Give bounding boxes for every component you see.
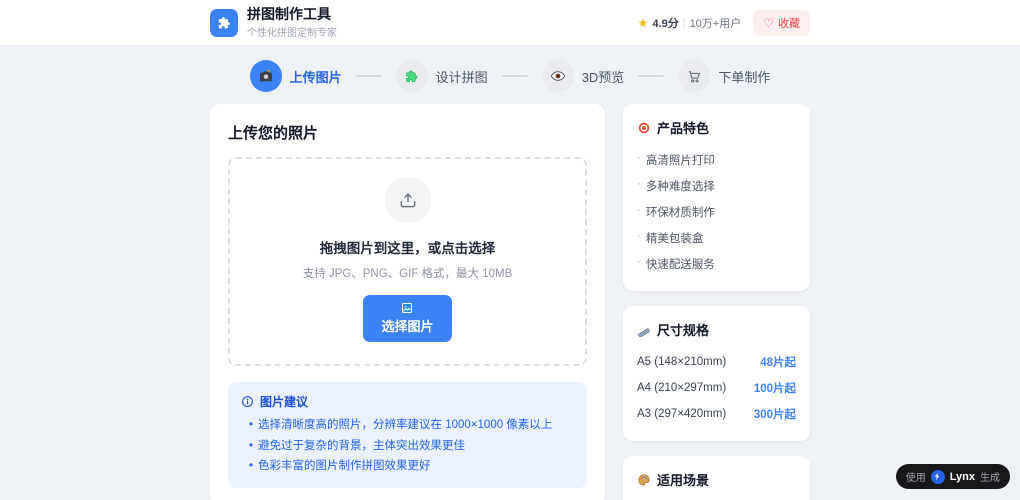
camera-icon [258,68,274,84]
rating-info: ★ 4.9分 | 10万+用户 [638,15,742,31]
step-upload-circle [249,60,282,92]
cart-icon [687,69,702,84]
feature-text: 精美包装盒 [645,233,704,245]
upload-icon-circle [384,177,431,223]
tip-text: 选择清晰度高的照片，分辨率建议在 1000×1000 像素以上 [258,419,553,431]
tip-item: • 色彩丰富的图片制作拼图效果更好 [249,456,574,477]
size-pieces: 300片起 [753,409,796,421]
size-pieces: 100片起 [753,383,796,395]
star-icon: ★ [637,15,649,30]
step-connector [355,75,382,77]
feature-item: · 多种难度选择 [637,173,796,199]
step-connector [501,75,528,77]
image-tips-panel: 图片建议 • 选择清晰度高的照片，分辨率建议在 1000×1000 像素以上 • 避… [228,382,587,489]
dropzone-hint: 支持 JPG、PNG、GIF 格式，最大 10MB [302,268,513,280]
step-design-label: 设计拼图 [435,69,488,85]
badge-brand: Lynx [949,470,975,483]
feature-text: 环保材质制作 [645,207,715,219]
feature-text: 多种难度选择 [645,181,715,193]
size-name: A5 (148×210mm) [637,356,727,368]
upload-tray-icon [398,190,418,210]
upload-card: 上传您的照片 拖拽图片到这里，或点击选择 支持 JPG、PNG、GIF 格式，最… [210,104,605,500]
rating-score: 4.9分 [652,17,679,30]
feature-bullet: · [637,204,641,216]
tip-item: • 避免过于复杂的背景，主体突出效果更佳 [249,436,574,457]
tip-bullet: • [249,460,254,473]
features-title: 产品特色 [657,121,710,136]
page-subtitle: 个性化拼图定制专家 [247,28,337,40]
puzzle-icon [216,15,232,31]
dropzone-title: 拖拽图片到这里，或点击选择 [319,241,496,256]
step-order-circle [678,60,711,92]
favorite-label: 收藏 [778,17,800,30]
choose-image-button[interactable]: 选择图片 [363,295,452,342]
upload-section-title: 上传您的照片 [228,125,319,142]
step-preview-circle [541,60,574,92]
feature-bullet: · [637,152,641,164]
size-name: A3 (297×420mm) [637,408,727,420]
palette-icon [637,473,651,487]
favorite-button[interactable]: ♡ 收藏 [753,9,810,36]
step-preview-label: 3D预览 [581,69,625,85]
feature-text: 快速配送服务 [645,259,715,271]
ruler-icon [637,323,651,337]
heart-icon: ♡ [763,15,774,30]
feature-bullet: · [637,256,641,268]
tip-item: • 选择清晰度高的照片，分辨率建议在 1000×1000 像素以上 [249,415,574,436]
lynx-generated-badge[interactable]: 使用 Lynx 生成 [895,464,1010,489]
step-upload-label: 上传图片 [289,69,342,85]
page-title: 拼图制作工具 [247,5,331,22]
step-design-circle [395,60,428,92]
tip-text: 避免过于复杂的背景，主体突出效果更佳 [258,439,466,452]
app-header: 拼图制作工具 个性化拼图定制专家 ★ 4.9分 | 10万+用户 ♡ 收藏 [0,0,1020,46]
feature-item: · 高清照片打印 [637,147,796,173]
step-upload[interactable]: 上传图片 [249,60,342,92]
eye-icon [550,68,566,84]
image-dropzone[interactable]: 拖拽图片到这里，或点击选择 支持 JPG、PNG、GIF 格式，最大 10MB … [228,157,587,366]
step-order-label: 下单制作 [718,69,771,85]
size-pieces: 48片起 [760,357,796,369]
step-preview[interactable]: 3D预览 [541,60,625,92]
step-order[interactable]: 下单制作 [678,60,770,92]
badge-prefix: 使用 [905,473,926,484]
target-icon [637,121,651,135]
size-row[interactable]: A3 (297×420mm) 300片起 [637,401,796,427]
app-logo [210,8,238,37]
badge-suffix: 生成 [980,473,1000,484]
rating-users: 10万+用户 [689,17,742,30]
feature-bullet: · [637,230,641,242]
rating-separator: | [682,16,686,29]
lynx-logo-icon [930,469,945,484]
size-row[interactable]: A4 (210×297mm) 100片起 [637,375,796,401]
choose-image-label: 选择图片 [381,319,434,334]
sizes-title: 尺寸规格 [657,323,710,338]
scenes-title: 适用场景 [657,473,710,488]
step-design[interactable]: 设计拼图 [395,60,488,92]
features-card: 产品特色 · 高清照片打印 · 多种难度选择 · 环保材质制作 · 精美包装盒 · 快速配… [623,104,810,291]
tip-bullet: • [249,439,254,452]
size-name: A4 (210×297mm) [637,382,727,394]
tip-bullet: • [249,419,254,431]
feature-item: · 快速配送服务 [637,251,796,277]
puzzle-piece-icon [404,69,419,84]
tip-text: 色彩丰富的图片制作拼图效果更好 [258,460,431,473]
feature-bullet: · [637,178,641,190]
step-connector [638,75,665,77]
tips-title: 图片建议 [260,395,309,409]
image-frame-icon [401,302,413,314]
sizes-card: 尺寸规格 A5 (148×210mm) 48片起 A4 (210×297mm) … [623,306,810,441]
scenes-card: 适用场景 生日礼物 亲子游戏 教育启蒙 情侣纪念 [623,456,810,500]
info-icon [241,395,254,408]
feature-item: · 环保材质制作 [637,199,796,225]
size-row[interactable]: A5 (148×210mm) 48片起 [637,349,796,375]
step-indicator: 上传图片 设计拼图 3D预览 下单制作 [0,60,1020,92]
feature-text: 高清照片打印 [645,155,715,167]
feature-item: · 精美包装盒 [637,225,796,251]
